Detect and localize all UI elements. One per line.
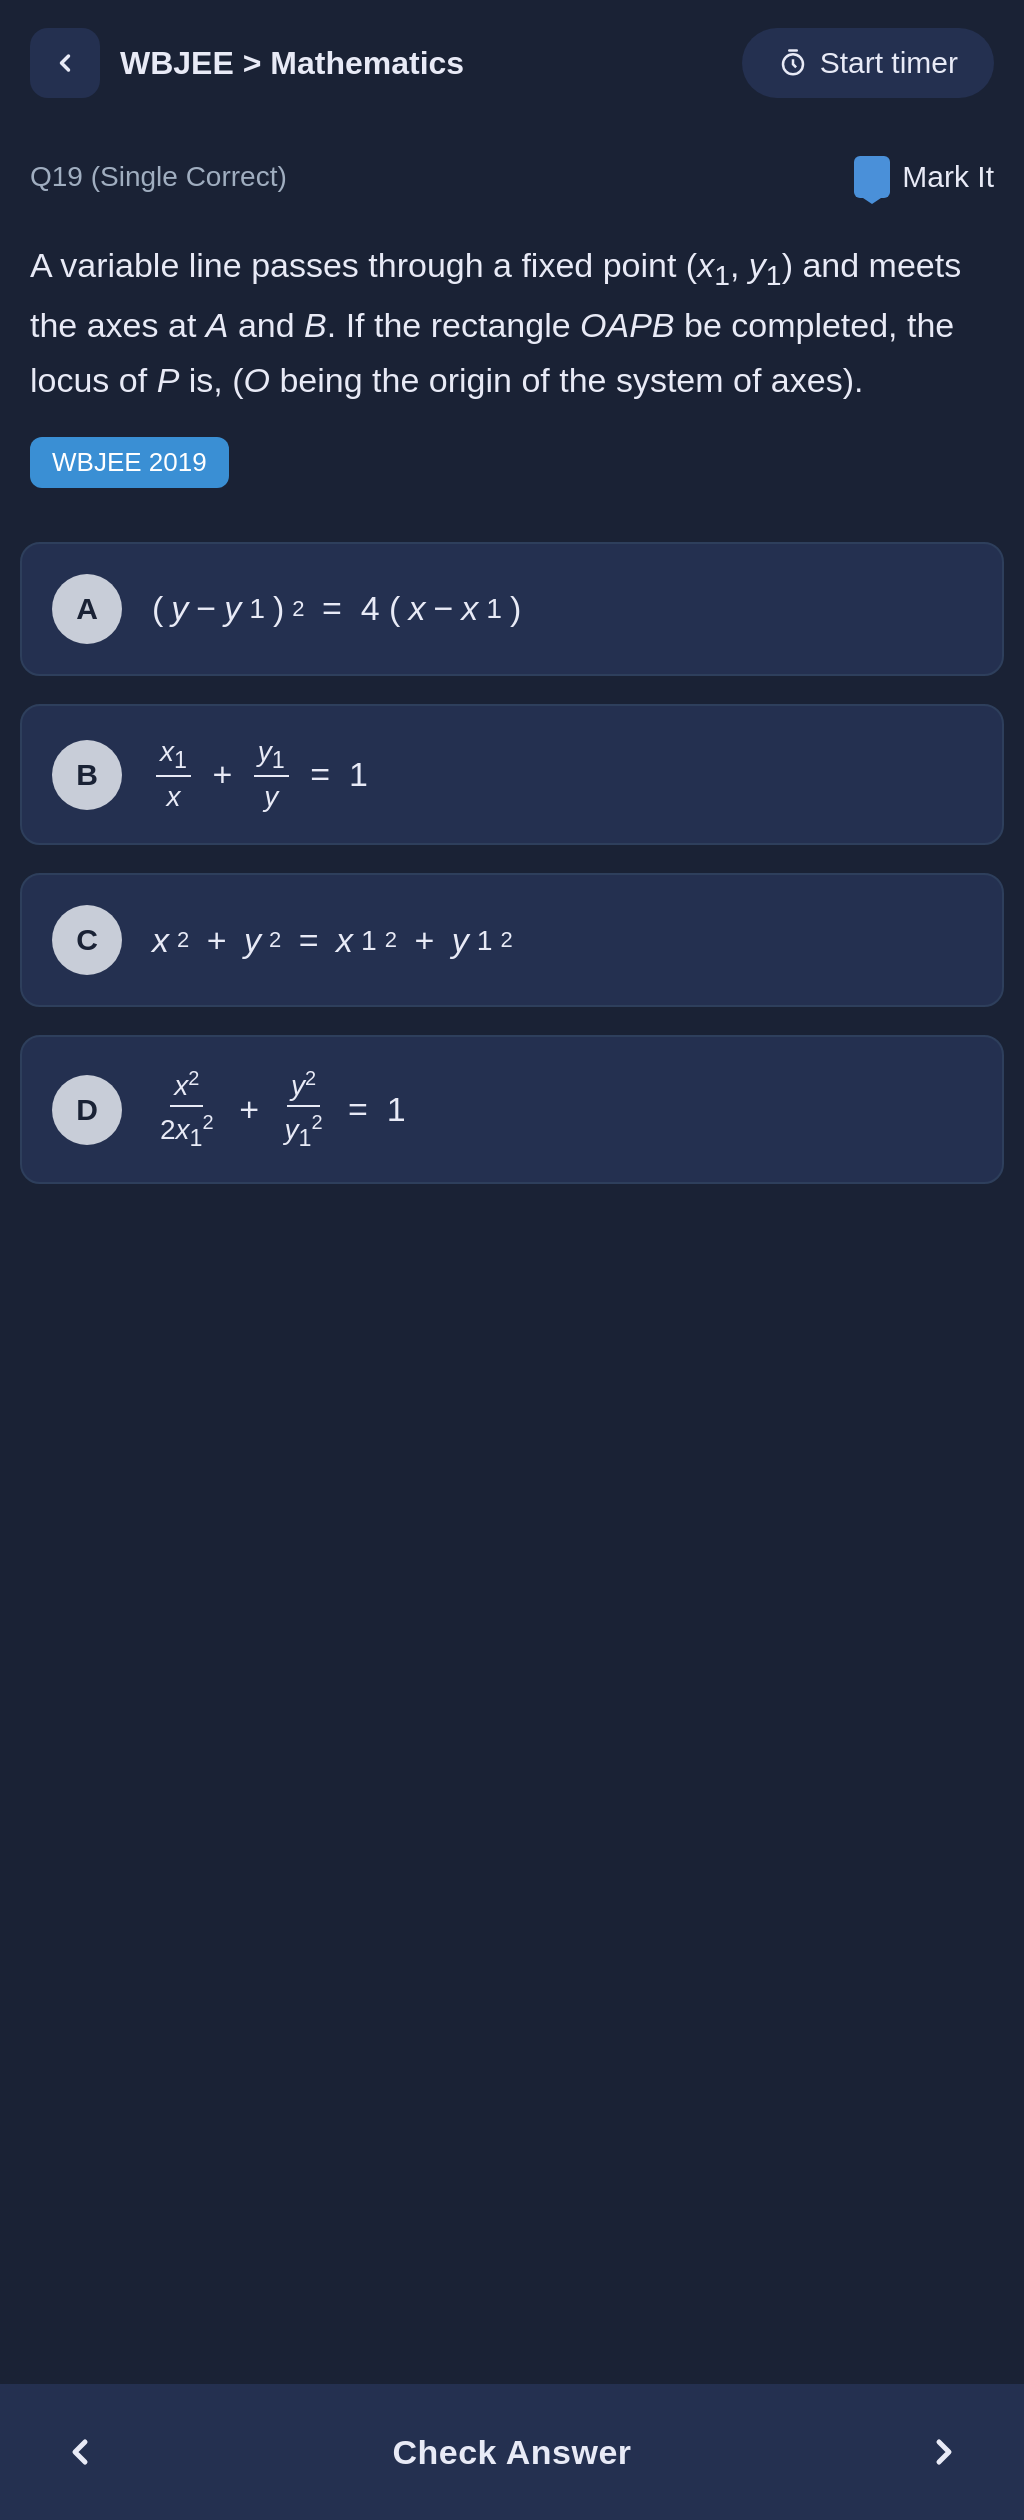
start-timer-button[interactable]: Start timer [742,28,994,98]
back-button[interactable] [30,28,100,98]
option-b[interactable]: B x1 x + y1 y = 1 [20,704,1004,846]
option-a-math: (y − y1)2 = 4 (x − x1) [152,589,521,628]
frac-x1-x: x1 x [156,736,191,814]
header: WBJEE > Mathematics Start timer [0,0,1024,126]
year-tag: WBJEE 2019 [30,437,229,488]
option-d-math: x2 2x12 + y2 y12 = 1 [152,1067,406,1151]
frac-y1-y: y1 y [254,736,289,814]
option-c-math: x2 + y2 = x12 + y12 [152,921,513,960]
bookmark-icon [854,156,890,198]
check-answer-button[interactable]: Check Answer [392,2433,631,2472]
tag-container: WBJEE 2019 [0,417,1024,528]
option-b-math: x1 x + y1 y = 1 [152,736,368,814]
question-meta: Q19 (Single Correct) Mark It [0,136,1024,218]
question-type-label: Q19 (Single Correct) [30,161,287,193]
option-d[interactable]: D x2 2x12 + y2 y12 = 1 [20,1035,1004,1183]
option-a-label: A [52,574,122,644]
prev-button[interactable] [40,2412,120,2492]
option-c-label: C [52,905,122,975]
mark-it-label: Mark It [902,160,994,194]
options-container: A (y − y1)2 = 4 (x − x1) B x1 x + y1 y =… [0,528,1024,1791]
next-button[interactable] [904,2412,984,2492]
question-body: A variable line passes through a fixed p… [0,218,1024,417]
option-d-label: D [52,1075,122,1145]
breadcrumb: WBJEE > Mathematics [120,45,722,82]
frac-y2-y1: y2 y12 [280,1067,326,1151]
bottom-navigation: Check Answer [0,2384,1024,2520]
start-timer-label: Start timer [820,46,958,80]
option-a[interactable]: A (y − y1)2 = 4 (x − x1) [20,542,1004,676]
option-b-label: B [52,740,122,810]
option-c[interactable]: C x2 + y2 = x12 + y12 [20,873,1004,1007]
mark-it-button[interactable]: Mark It [854,156,994,198]
frac-x2-2x1: x2 2x12 [156,1067,218,1151]
